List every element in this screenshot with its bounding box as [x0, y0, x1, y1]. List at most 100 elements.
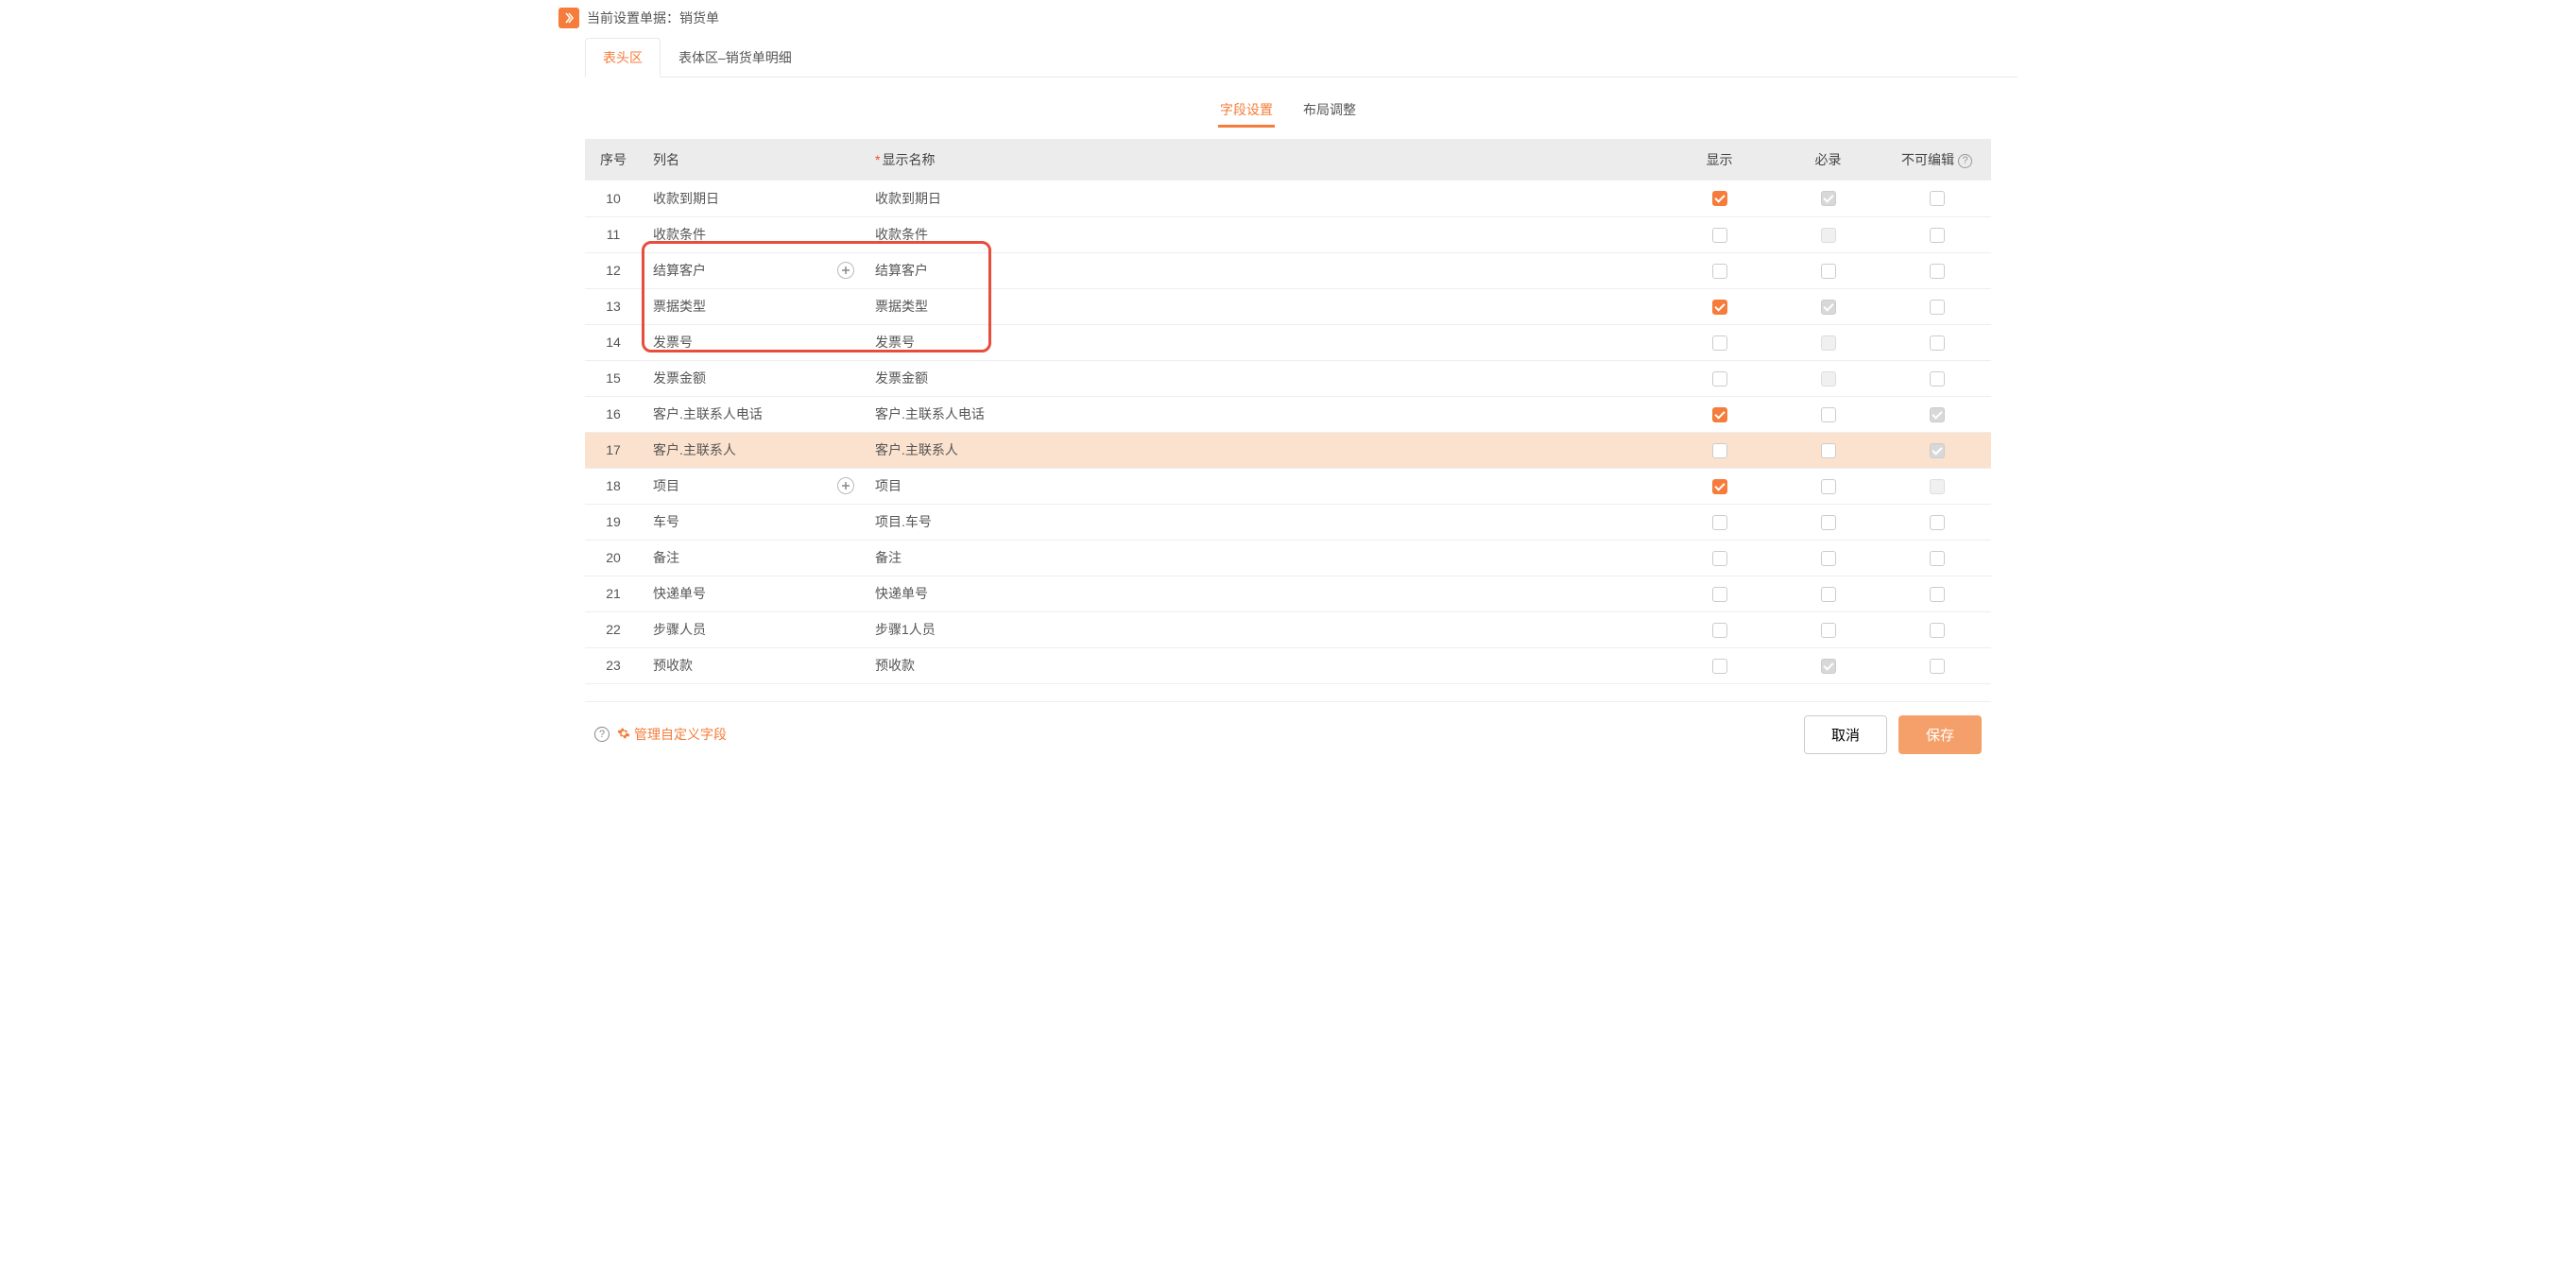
col-readonly-header: 不可编辑? [1882, 139, 1991, 180]
row-display-name[interactable]: 项目.车号 [864, 504, 1665, 540]
table-row: 21快递单号快递单号 [585, 576, 1991, 611]
required-checkbox[interactable] [1821, 623, 1836, 638]
row-name: 预收款 [642, 647, 864, 683]
readonly-checkbox[interactable] [1930, 191, 1945, 206]
show-checkbox[interactable] [1712, 228, 1727, 243]
main-tabs: 表头区表体区–销货单明细 [585, 38, 2018, 77]
readonly-checkbox[interactable] [1930, 587, 1945, 602]
readonly-checkbox [1930, 479, 1945, 494]
row-display-name[interactable]: 客户.主联系人 [864, 432, 1665, 468]
required-checkbox[interactable] [1821, 479, 1836, 494]
required-checkbox[interactable] [1821, 551, 1836, 566]
show-checkbox[interactable] [1712, 623, 1727, 638]
table-row: 15发票金额发票金额 [585, 360, 1991, 396]
table-row: 14发票号发票号 [585, 324, 1991, 360]
row-seq: 10 [585, 180, 642, 216]
show-checkbox[interactable] [1712, 515, 1727, 530]
row-name: 快递单号 [642, 576, 864, 611]
main-tab-1[interactable]: 表体区–销货单明细 [661, 38, 810, 77]
row-display-name[interactable]: 快递单号 [864, 576, 1665, 611]
row-display-name[interactable]: 预收款 [864, 647, 1665, 683]
required-checkbox[interactable] [1821, 443, 1836, 458]
page-title: 当前设置单据：销货单 [587, 9, 719, 27]
row-display-name[interactable]: 收款到期日 [864, 180, 1665, 216]
show-checkbox[interactable] [1712, 335, 1727, 351]
row-seq: 23 [585, 647, 642, 683]
manage-custom-fields-link[interactable]: 管理自定义字段 [617, 725, 727, 744]
row-name: 收款条件 [642, 216, 864, 252]
table-row: 18项目项目 [585, 468, 1991, 504]
table-row: 17客户.主联系人客户.主联系人 [585, 432, 1991, 468]
table-row: 13票据类型票据类型 [585, 288, 1991, 324]
row-display-name[interactable]: 结算客户 [864, 252, 1665, 288]
show-checkbox[interactable] [1712, 659, 1727, 674]
table-row: 20备注备注 [585, 540, 1991, 576]
row-display-name[interactable]: 收款条件 [864, 216, 1665, 252]
row-name: 备注 [642, 540, 864, 576]
row-name: 票据类型 [642, 288, 864, 324]
readonly-checkbox[interactable] [1930, 515, 1945, 530]
readonly-checkbox[interactable] [1930, 659, 1945, 674]
question-icon[interactable]: ? [594, 727, 610, 742]
sub-tab-1[interactable]: 布局调整 [1301, 95, 1358, 128]
add-child-button[interactable] [837, 477, 854, 494]
required-checkbox[interactable] [1821, 407, 1836, 422]
row-seq: 16 [585, 396, 642, 432]
row-name: 收款到期日 [642, 180, 864, 216]
show-checkbox[interactable] [1712, 264, 1727, 279]
col-required-header: 必录 [1774, 139, 1882, 180]
readonly-checkbox[interactable] [1930, 371, 1945, 387]
required-checkbox [1821, 335, 1836, 351]
required-checkbox[interactable] [1821, 264, 1836, 279]
col-show-header: 显示 [1665, 139, 1774, 180]
row-display-name[interactable]: 客户.主联系人电话 [864, 396, 1665, 432]
row-display-name[interactable]: 票据类型 [864, 288, 1665, 324]
show-checkbox[interactable] [1712, 443, 1727, 458]
row-display-name[interactable]: 发票金额 [864, 360, 1665, 396]
row-seq: 15 [585, 360, 642, 396]
row-seq: 12 [585, 252, 642, 288]
readonly-checkbox[interactable] [1930, 264, 1945, 279]
required-checkbox[interactable] [1821, 515, 1836, 530]
show-checkbox[interactable] [1712, 407, 1727, 422]
required-checkbox [1821, 371, 1836, 387]
row-seq: 11 [585, 216, 642, 252]
main-tab-0[interactable]: 表头区 [585, 38, 661, 77]
field-table: 序号 列名 *显示名称 显示 必录 不可编辑? 10收款到期日收款到期日11收款… [585, 139, 1991, 684]
readonly-checkbox[interactable] [1930, 623, 1945, 638]
readonly-checkbox[interactable] [1930, 300, 1945, 315]
row-display-name[interactable]: 发票号 [864, 324, 1665, 360]
table-row: 10收款到期日收款到期日 [585, 180, 1991, 216]
table-row: 23预收款预收款 [585, 647, 1991, 683]
col-seq-header: 序号 [585, 139, 642, 180]
readonly-checkbox[interactable] [1930, 335, 1945, 351]
expand-sidebar-button[interactable] [558, 8, 579, 28]
save-button[interactable]: 保存 [1898, 715, 1982, 754]
show-checkbox[interactable] [1712, 300, 1727, 315]
show-checkbox[interactable] [1712, 551, 1727, 566]
readonly-checkbox[interactable] [1930, 228, 1945, 243]
row-seq: 20 [585, 540, 642, 576]
row-display-name[interactable]: 步骤1人员 [864, 611, 1665, 647]
cancel-button[interactable]: 取消 [1804, 715, 1887, 754]
row-display-name[interactable]: 项目 [864, 468, 1665, 504]
help-icon[interactable]: ? [1958, 154, 1972, 168]
row-display-name[interactable]: 备注 [864, 540, 1665, 576]
required-checkbox [1821, 191, 1836, 206]
show-checkbox[interactable] [1712, 479, 1727, 494]
col-display-header: *显示名称 [864, 139, 1665, 180]
sub-tab-0[interactable]: 字段设置 [1218, 95, 1275, 128]
readonly-checkbox[interactable] [1930, 551, 1945, 566]
required-checkbox [1821, 300, 1836, 315]
gear-icon [617, 727, 630, 743]
show-checkbox[interactable] [1712, 191, 1727, 206]
table-row: 16客户.主联系人电话客户.主联系人电话 [585, 396, 1991, 432]
required-checkbox [1821, 228, 1836, 243]
required-checkbox[interactable] [1821, 587, 1836, 602]
table-row: 12结算客户结算客户 [585, 252, 1991, 288]
show-checkbox[interactable] [1712, 587, 1727, 602]
show-checkbox[interactable] [1712, 371, 1727, 387]
row-name: 发票金额 [642, 360, 864, 396]
sub-tabs: 字段设置布局调整 [558, 95, 2018, 128]
add-child-button[interactable] [837, 262, 854, 279]
